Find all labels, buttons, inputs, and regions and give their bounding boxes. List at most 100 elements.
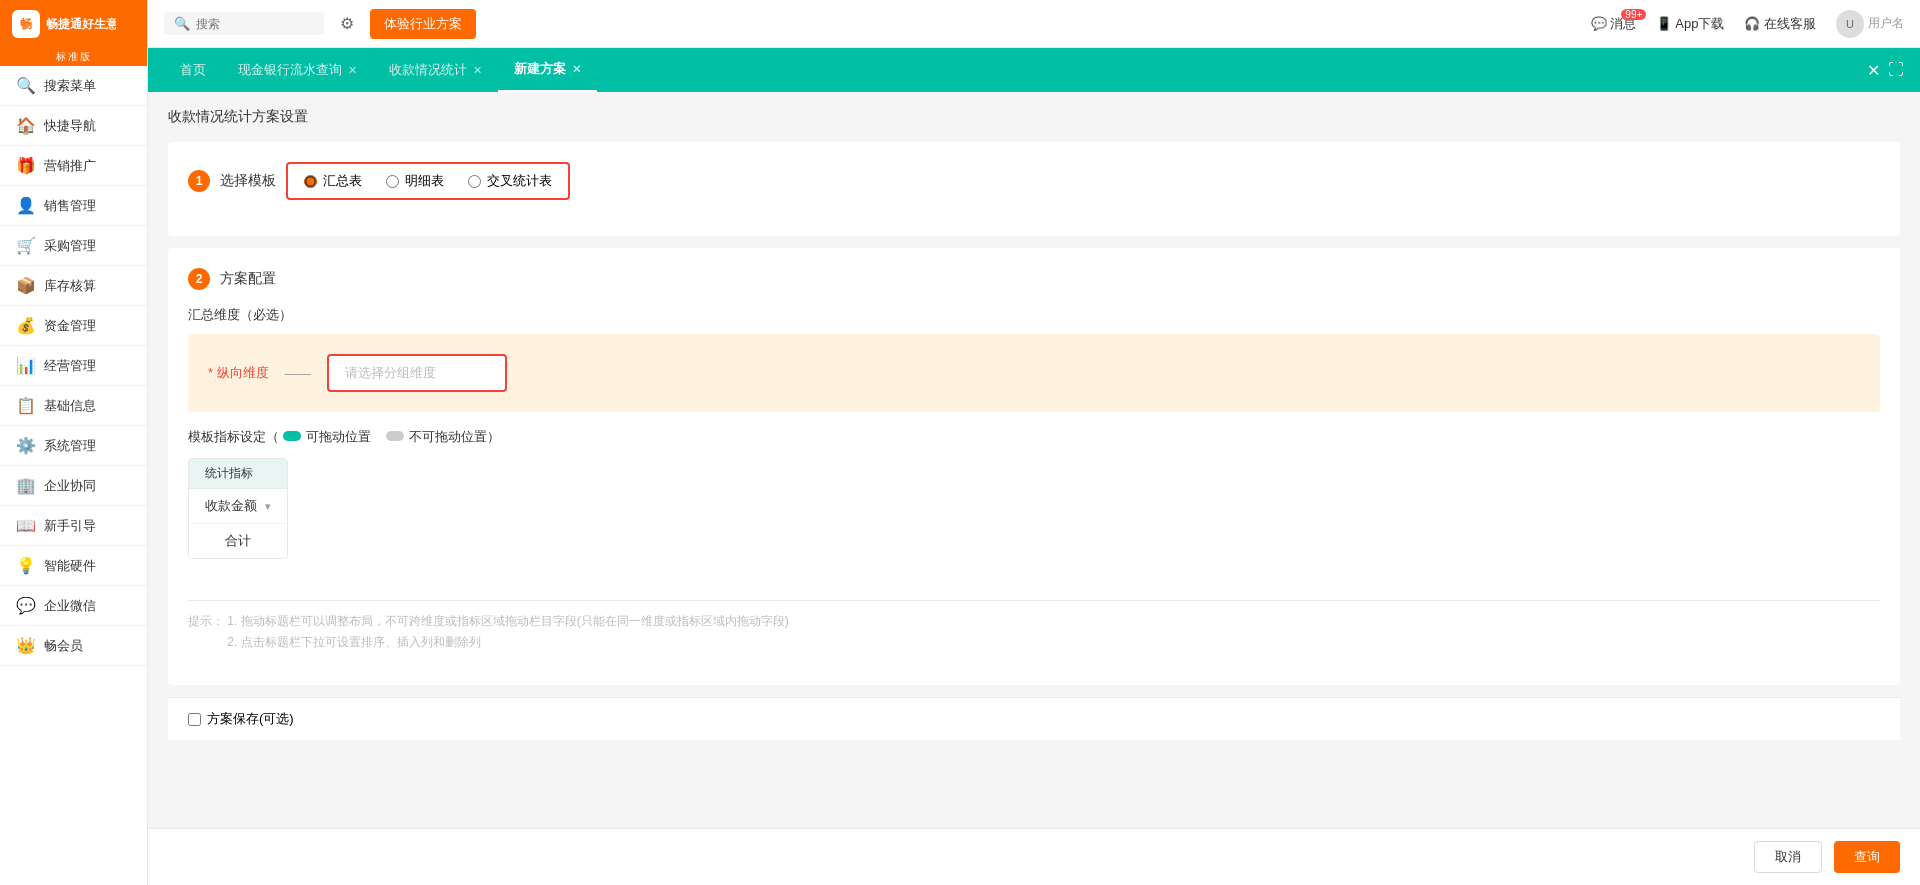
dim-section-title: 汇总维度（必选） (188, 306, 1880, 324)
sidebar-item-finance[interactable]: 💰 资金管理 (0, 306, 147, 346)
radio-cross[interactable]: 交叉统计表 (468, 172, 552, 190)
settings-icon[interactable]: ⚙ (340, 14, 354, 33)
metrics-cell-0[interactable]: 收款金额 ▾ (189, 489, 287, 524)
tab-receipt-stats-close[interactable]: ✕ (473, 64, 482, 77)
logo-title: 畅捷通好生意 (46, 16, 116, 33)
sidebar-item-search-menu[interactable]: 🔍 搜索菜单 (0, 66, 147, 106)
metrics-table-header: 统计指标 (189, 459, 287, 489)
sidebar-item-label: 基础信息 (44, 397, 96, 415)
sidebar-item-enterprise[interactable]: 🏢 企业协同 (0, 466, 147, 506)
sidebar-item-label: 企业微信 (44, 597, 96, 615)
tab-new-plan[interactable]: 新建方案 ✕ (498, 48, 597, 92)
metrics-cell-label-0: 收款金额 (205, 497, 257, 515)
message-badge[interactable]: 💬 消息 99+ (1591, 15, 1637, 33)
chart-icon: 📊 (16, 356, 36, 375)
sidebar-item-member[interactable]: 👑 畅会员 (0, 626, 147, 666)
step2-num: 2 (188, 268, 210, 290)
sidebar-item-wechat[interactable]: 💬 企业微信 (0, 586, 147, 626)
tab-bank-flow-close[interactable]: ✕ (348, 64, 357, 77)
radio-cross-label: 交叉统计表 (487, 172, 552, 190)
sidebar: 畅 畅捷通好生意 标准版 🔍 搜索菜单 🏠 快捷导航 🎁 营销推广 👤 销售管理… (0, 0, 148, 885)
radio-detail-label: 明细表 (405, 172, 444, 190)
sidebar-item-marketing[interactable]: 🎁 营销推广 (0, 146, 147, 186)
topbar-right: 💬 消息 99+ 📱 App下载 🎧 在线客服 U 用户名 (1591, 10, 1904, 38)
undraggable-indicator (386, 431, 404, 441)
footer-section: 方案保存(可选) (168, 697, 1900, 740)
sidebar-item-guide[interactable]: 📖 新手引导 (0, 506, 147, 546)
chat-icon: 💬 (16, 596, 36, 615)
main-area: 🔍 ⚙ 体验行业方案 💬 消息 99+ 📱 App下载 🎧 在线客服 U 用户名 (148, 0, 1920, 885)
step1-header: 1 选择模板 汇总表 明细表 交叉统计表 (188, 162, 1880, 200)
app-download[interactable]: 📱 App下载 (1656, 15, 1724, 33)
radio-summary-label: 汇总表 (323, 172, 362, 190)
gift-icon: 🎁 (16, 156, 36, 175)
tab-receipt-stats[interactable]: 收款情况统计 ✕ (373, 48, 498, 92)
topbar: 🔍 ⚙ 体验行业方案 💬 消息 99+ 📱 App下载 🎧 在线客服 U 用户名 (148, 0, 1920, 48)
search-menu-icon: 🔍 (16, 76, 36, 95)
bulb-icon: 💡 (16, 556, 36, 575)
tab-close-all-icon[interactable]: ✕ (1867, 61, 1880, 80)
save-checkbox-label: 方案保存(可选) (207, 710, 294, 728)
save-checkbox[interactable]: 方案保存(可选) (188, 710, 294, 728)
tab-home[interactable]: 首页 (164, 48, 222, 92)
metrics-total: 合计 (189, 524, 287, 558)
radio-summary-input[interactable] (304, 175, 317, 188)
sidebar-item-quick-nav[interactable]: 🏠 快捷导航 (0, 106, 147, 146)
tab-bar: 首页 现金银行流水查询 ✕ 收款情况统计 ✕ 新建方案 ✕ ✕ ⛶ (148, 48, 1920, 92)
book-icon: 📖 (16, 516, 36, 535)
search-box[interactable]: 🔍 (164, 12, 324, 35)
step1-num: 1 (188, 170, 210, 192)
tab-expand-icon[interactable]: ⛶ (1888, 61, 1904, 80)
sidebar-item-basic-info[interactable]: 📋 基础信息 (0, 386, 147, 426)
divider (188, 600, 1880, 601)
sidebar-item-inventory[interactable]: 📦 库存核算 (0, 266, 147, 306)
cart-icon: 🛒 (16, 236, 36, 255)
metrics-dropdown-icon-0[interactable]: ▾ (265, 500, 271, 513)
online-service[interactable]: 🎧 在线客服 (1744, 15, 1816, 33)
user-icon: 👤 (16, 196, 36, 215)
clipboard-icon: 📋 (16, 396, 36, 415)
dim-arrow: —— (285, 366, 311, 381)
cancel-button[interactable]: 取消 (1754, 841, 1822, 873)
tab-new-plan-close[interactable]: ✕ (572, 63, 581, 76)
tab-receipt-stats-label: 收款情况统计 (389, 61, 467, 79)
radio-cross-input[interactable] (468, 175, 481, 188)
trial-btn[interactable]: 体验行业方案 (370, 9, 476, 39)
sidebar-item-label: 销售管理 (44, 197, 96, 215)
avatar: U (1836, 10, 1864, 38)
bottom-bar: 取消 查询 (148, 828, 1920, 885)
crown-icon: 👑 (16, 636, 36, 655)
metrics-section: 模板指标设定（ 可拖动位置 不可拖动位置） 统计指标 收款金额 ▾ (188, 428, 1880, 562)
user-avatar[interactable]: U 用户名 (1836, 10, 1904, 38)
logo-badge: 标准版 (0, 48, 147, 66)
tip-2: 2. 点击标题栏下拉可设置排序、插入列和删除列 (188, 634, 1880, 651)
tab-bank-flow[interactable]: 现金银行流水查询 ✕ (222, 48, 373, 92)
save-checkbox-input[interactable] (188, 713, 201, 726)
radio-detail-input[interactable] (386, 175, 399, 188)
radio-summary[interactable]: 汇总表 (304, 172, 362, 190)
sidebar-item-system[interactable]: ⚙️ 系统管理 (0, 426, 147, 466)
template-radio-group: 汇总表 明细表 交叉统计表 (286, 162, 570, 200)
content-area: 收款情况统计方案设置 1 选择模板 汇总表 明细表 (148, 92, 1920, 828)
metrics-title: 模板指标设定（ 可拖动位置 不可拖动位置） (188, 428, 500, 446)
query-button[interactable]: 查询 (1834, 841, 1900, 873)
search-input[interactable] (196, 17, 306, 31)
sidebar-item-label: 资金管理 (44, 317, 96, 335)
dim-section: 汇总维度（必选） * 纵向维度 —— 请选择分组维度 (188, 306, 1880, 412)
building-icon: 🏢 (16, 476, 36, 495)
sidebar-item-smart-hw[interactable]: 💡 智能硬件 (0, 546, 147, 586)
sidebar-item-label: 畅会员 (44, 637, 83, 655)
sidebar-item-label: 营销推广 (44, 157, 96, 175)
step2-title: 方案配置 (220, 270, 276, 288)
dim-vertical-label: * 纵向维度 (208, 364, 269, 382)
sidebar-item-operations[interactable]: 📊 经营管理 (0, 346, 147, 386)
tab-home-label: 首页 (180, 61, 206, 79)
sidebar-item-purchase[interactable]: 🛒 采购管理 (0, 226, 147, 266)
sidebar-item-sales[interactable]: 👤 销售管理 (0, 186, 147, 226)
money-icon: 💰 (16, 316, 36, 335)
radio-detail[interactable]: 明细表 (386, 172, 444, 190)
badge-num: 99+ (1621, 9, 1646, 20)
sidebar-logo: 畅 畅捷通好生意 (0, 0, 147, 48)
sidebar-item-label: 经营管理 (44, 357, 96, 375)
dim-select[interactable]: 请选择分组维度 (327, 354, 507, 392)
